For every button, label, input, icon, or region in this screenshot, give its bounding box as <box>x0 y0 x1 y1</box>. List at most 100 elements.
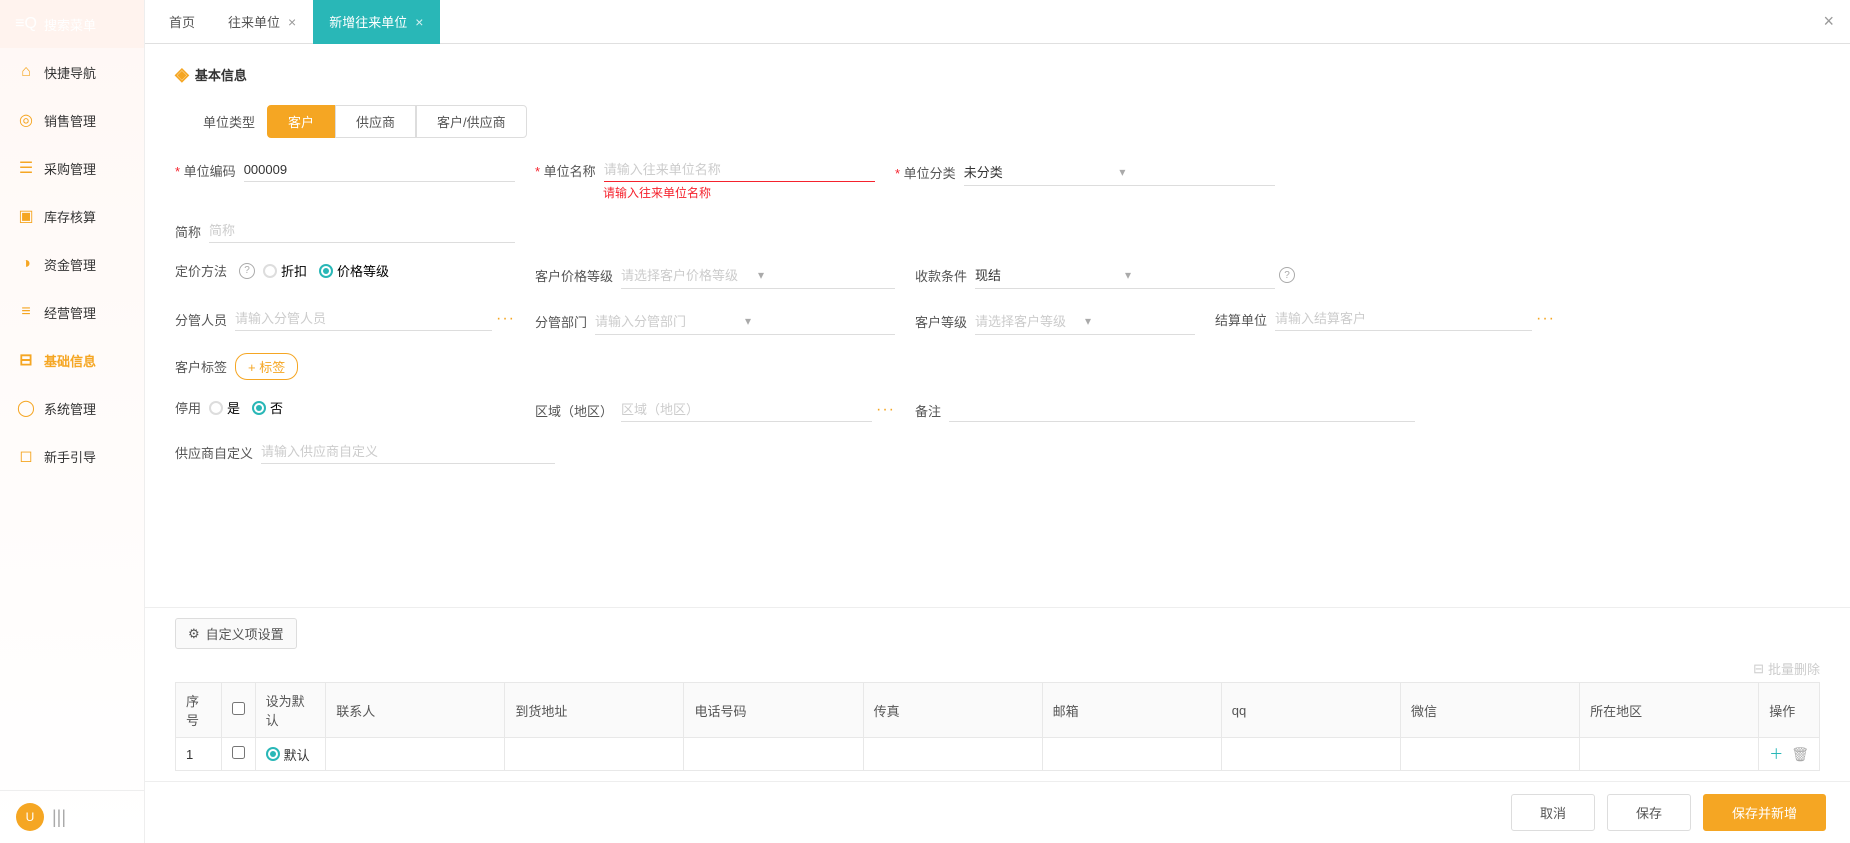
customer-price-level-select[interactable]: 请选择客户价格等级 ▾ <box>621 261 895 289</box>
tab-partners[interactable]: 往来单位 × <box>212 0 313 44</box>
form-container: ◈ 基本信息 单位类型 客户 供应商 客户/供应商 单位编码 单位名称 <box>145 44 1850 607</box>
sidebar-item-basic[interactable]: ⊟ 基础信息 <box>0 336 144 384</box>
table-row: 1 默认 <box>176 738 1820 771</box>
cell-wechat[interactable] <box>1401 738 1580 771</box>
newbie-icon: ◻ <box>16 446 36 466</box>
footer: 取消 保存 保存并新增 <box>145 781 1850 843</box>
radio-price-level[interactable]: 价格等级 <box>319 261 389 280</box>
fax-input[interactable] <box>874 747 1032 762</box>
window-close-button[interactable]: × <box>1815 11 1842 32</box>
tab-home[interactable]: 首页 <box>153 0 212 44</box>
sidebar-item-sales[interactable]: ◎ 销售管理 <box>0 96 144 144</box>
location-input[interactable] <box>1590 747 1748 762</box>
unit-name-error: 请输入往来单位名称 <box>603 184 711 201</box>
cell-fax[interactable] <box>863 738 1042 771</box>
sidebar-item-inventory[interactable]: ▣ 库存核算 <box>0 192 144 240</box>
radio-yes[interactable]: 是 <box>209 398 240 417</box>
select-all-checkbox[interactable] <box>232 702 245 715</box>
save-button[interactable]: 保存 <box>1607 794 1691 831</box>
tab-new-partner[interactable]: 新增往来单位 × <box>313 0 440 44</box>
phone-input[interactable] <box>694 747 852 762</box>
row-add-icon[interactable]: ＋ <box>1769 744 1783 764</box>
radio-price-level-label: 价格等级 <box>337 261 389 280</box>
sidebar-item-quick-nav[interactable]: ⌂ 快捷导航 <box>0 48 144 96</box>
region-input[interactable] <box>621 398 872 422</box>
type-btn-both[interactable]: 客户/供应商 <box>416 105 527 138</box>
unit-category-label: 单位分类 <box>895 163 956 182</box>
cell-email[interactable] <box>1042 738 1221 771</box>
customer-level-placeholder: 请选择客户等级 <box>975 311 1085 330</box>
payment-terms-select[interactable]: 现结 ▾ <box>975 261 1275 289</box>
cell-address[interactable] <box>505 738 684 771</box>
field-settlement-unit: 结算单位 ··· <box>1215 307 1555 331</box>
batch-delete-label[interactable]: 批量删除 <box>1768 659 1820 678</box>
type-btn-supplier[interactable]: 供应商 <box>335 105 416 138</box>
settlement-unit-input[interactable] <box>1275 307 1532 331</box>
wechat-input[interactable] <box>1411 747 1569 762</box>
qq-input[interactable] <box>1232 747 1390 762</box>
cell-contact[interactable] <box>326 738 505 771</box>
short-name-input[interactable] <box>209 219 515 243</box>
settlement-dots-btn[interactable]: ··· <box>1536 310 1555 328</box>
customer-price-level-chevron: ▾ <box>758 268 895 282</box>
cell-location[interactable] <box>1580 738 1759 771</box>
type-btn-customer[interactable]: 客户 <box>267 105 335 138</box>
supplier-custom-input[interactable] <box>261 440 555 464</box>
email-input[interactable] <box>1053 747 1211 762</box>
sidebar-item-finance[interactable]: ◑ 资金管理 <box>0 240 144 288</box>
radio-discount[interactable]: 折扣 <box>263 261 307 280</box>
form-row-2: 简称 <box>175 219 1820 243</box>
unit-code-label: 单位编码 <box>175 161 236 180</box>
custom-settings-button[interactable]: ⚙ 自定义项设置 <box>175 618 297 649</box>
tab-new-partner-close[interactable]: × <box>415 14 423 30</box>
field-manager: 分管人员 ··· <box>175 307 515 331</box>
cancel-button[interactable]: 取消 <box>1511 794 1595 831</box>
supplier-custom-label: 供应商自定义 <box>175 443 253 462</box>
radio-yes-circle <box>209 401 223 415</box>
row-checkbox[interactable] <box>232 746 245 759</box>
manager-input[interactable] <box>235 307 492 331</box>
form-row-5: 客户标签 + 标签 <box>175 353 1820 380</box>
cell-qq[interactable] <box>1221 738 1400 771</box>
col-address: 到货地址 <box>505 683 684 738</box>
manager-dots-btn[interactable]: ··· <box>496 310 515 328</box>
radio-no[interactable]: 否 <box>252 398 283 417</box>
field-customer-price-level: 客户价格等级 请选择客户价格等级 ▾ <box>535 261 895 289</box>
field-department: 分管部门 请输入分管部门 ▾ <box>535 307 895 335</box>
sidebar-item-search[interactable]: ≡Q 搜索菜单 <box>0 0 144 48</box>
save-new-button[interactable]: 保存并新增 <box>1703 794 1826 831</box>
unit-category-select[interactable]: 未分类 ▾ <box>964 158 1275 186</box>
col-seq: 序号 <box>176 683 222 738</box>
payment-help-icon[interactable]: ? <box>1279 267 1295 283</box>
customer-tag-label: 客户标签 <box>175 357 227 376</box>
sidebar-bottom: U ||| <box>0 790 144 843</box>
department-select[interactable]: 请输入分管部门 ▾ <box>595 307 895 335</box>
user-avatar: U <box>16 803 44 831</box>
field-unit-name: 单位名称 请输入往来单位名称 <box>535 158 875 201</box>
contact-input[interactable] <box>336 747 494 762</box>
manager-label: 分管人员 <box>175 310 227 329</box>
col-location: 所在地区 <box>1580 683 1759 738</box>
tab-partners-close[interactable]: × <box>288 14 296 30</box>
region-dots-btn[interactable]: ··· <box>876 401 895 419</box>
address-input[interactable] <box>515 747 673 762</box>
sidebar-label-basic: 基础信息 <box>44 351 96 370</box>
unit-name-input[interactable] <box>604 158 875 182</box>
sidebar-item-system[interactable]: ◯ 系统管理 <box>0 384 144 432</box>
col-email: 邮箱 <box>1042 683 1221 738</box>
unit-code-input[interactable] <box>244 158 515 182</box>
pricing-help-icon[interactable]: ? <box>239 263 255 279</box>
row-default-radio[interactable] <box>266 747 280 761</box>
form-row-3: 定价方法 ? 折扣 价格等级 客户价格等级 <box>175 261 1820 289</box>
sidebar-item-operations[interactable]: ≡ 经营管理 <box>0 288 144 336</box>
remark-input[interactable] <box>949 398 1415 422</box>
row-delete-icon[interactable]: 🗑 <box>1791 746 1809 763</box>
unit-category-chevron: ▾ <box>1119 165 1275 179</box>
sidebar-item-newbie[interactable]: ◻ 新手引导 <box>0 432 144 480</box>
add-tag-button[interactable]: + 标签 <box>235 353 298 380</box>
customer-level-select[interactable]: 请选择客户等级 ▾ <box>975 307 1195 335</box>
cell-phone[interactable] <box>684 738 863 771</box>
col-phone: 电话号码 <box>684 683 863 738</box>
basic-icon: ⊟ <box>16 350 36 370</box>
sidebar-item-purchase[interactable]: ☰ 采购管理 <box>0 144 144 192</box>
